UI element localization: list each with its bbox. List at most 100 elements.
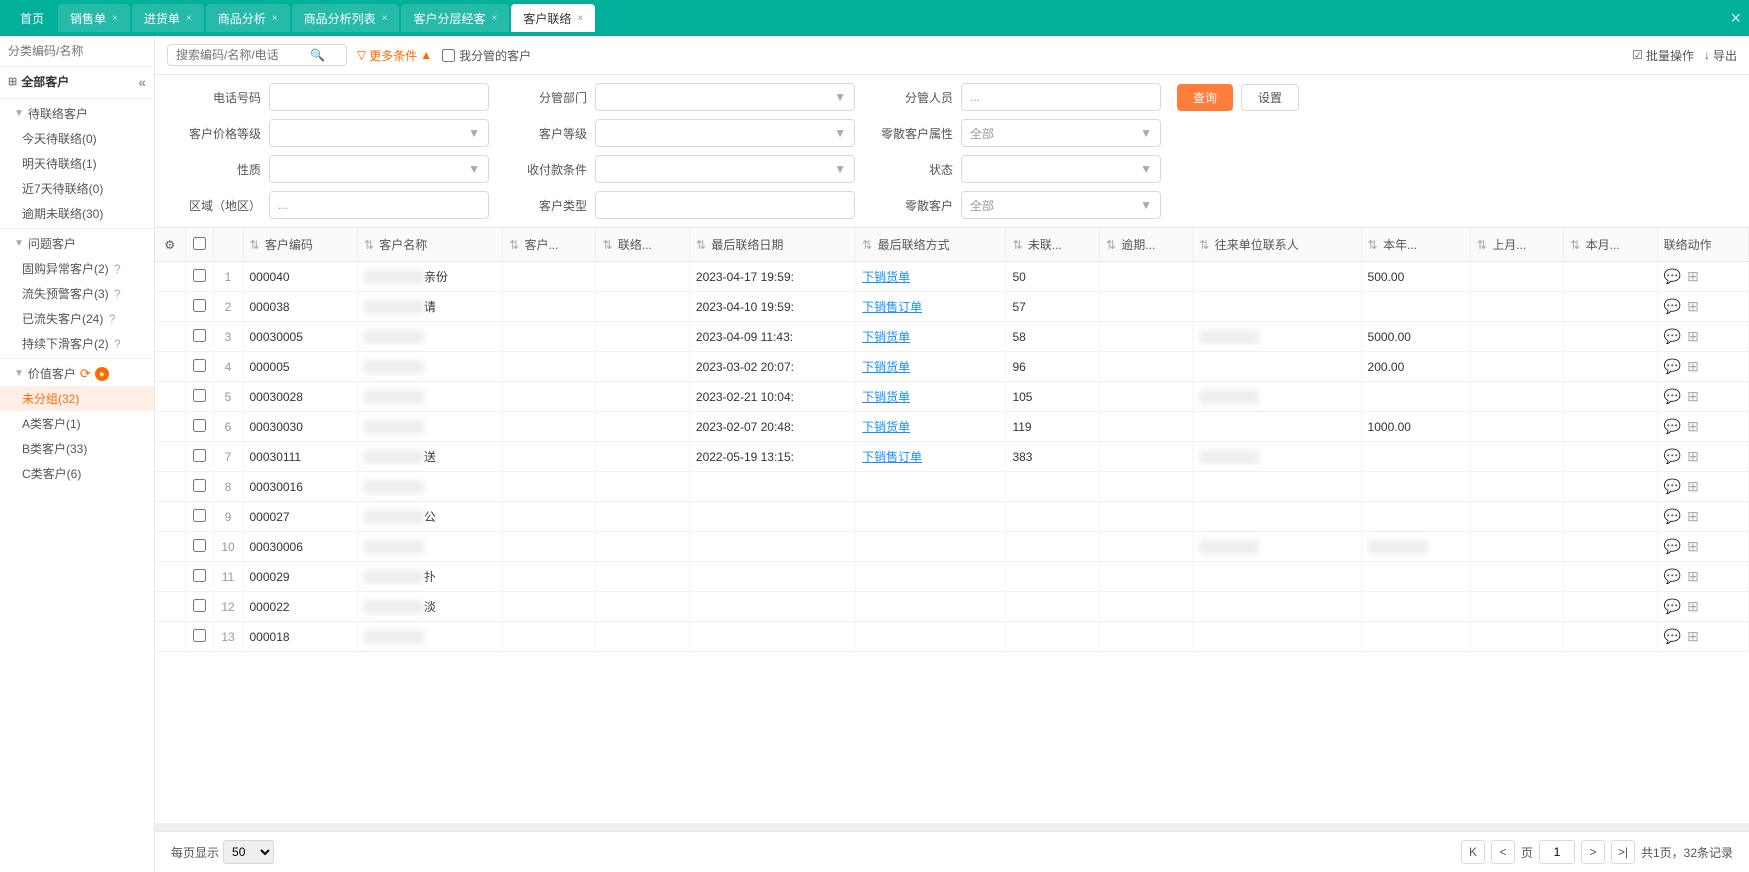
reset-btn[interactable]: 设置 — [1241, 84, 1299, 111]
method-link[interactable]: 下销货单 — [862, 270, 910, 284]
method-link[interactable]: 下销货单 — [862, 360, 910, 374]
grid-icon[interactable]: ⊞ — [1687, 568, 1699, 585]
grid-icon[interactable]: ⊞ — [1687, 448, 1699, 465]
refresh-icon[interactable]: ⟳ — [80, 366, 91, 382]
chat-icon[interactable]: 💬 — [1664, 298, 1681, 315]
row-checkbox[interactable] — [193, 509, 206, 522]
method-link[interactable]: 下销货单 — [862, 420, 910, 434]
sidebar-all-customers[interactable]: ⊞ 全部客户 « — [0, 67, 154, 96]
sidebar-search-input[interactable] — [8, 44, 155, 58]
sidebar-item-lost[interactable]: 已流失客户(24) ? — [0, 306, 154, 331]
chat-icon[interactable]: 💬 — [1664, 388, 1681, 405]
close-sales-icon[interactable]: × — [112, 13, 118, 24]
tab-customer-contact[interactable]: 客户联络 × — [511, 4, 595, 32]
sidebar-item-overdue[interactable]: 逾期未联络(30) — [0, 201, 154, 226]
sidebar-item-class-c[interactable]: C类客户(6) — [0, 461, 154, 486]
row-checkbox[interactable] — [193, 539, 206, 552]
grid-icon[interactable]: ⊞ — [1687, 358, 1699, 375]
select-scatter[interactable]: 全部 ▼ — [961, 191, 1161, 219]
col-contact[interactable]: ⇅ 联络... — [596, 228, 689, 262]
first-page-btn[interactable]: K — [1461, 840, 1485, 864]
select-dept[interactable]: ▼ — [595, 83, 855, 111]
method-link[interactable]: 下销货单 — [862, 390, 910, 404]
tab-analysis[interactable]: 商品分析 × — [206, 4, 290, 32]
close-analysis-icon[interactable]: × — [272, 13, 278, 24]
more-conditions-btn[interactable]: ▽ 更多条件 ▲ — [357, 47, 432, 64]
current-page-input[interactable] — [1539, 840, 1575, 864]
grid-icon[interactable]: ⊞ — [1687, 478, 1699, 495]
row-checkbox[interactable] — [193, 329, 206, 342]
page-size-select[interactable]: 50 100 200 — [223, 840, 274, 864]
col-last-month[interactable]: ⇅ 上月... — [1470, 228, 1563, 262]
method-link[interactable]: 下销售订单 — [862, 300, 922, 314]
col-settings[interactable]: ⚙ — [155, 228, 185, 262]
row-checkbox[interactable] — [193, 419, 206, 432]
sidebar-item-ungroup[interactable]: 未分组(32) — [0, 386, 154, 411]
h-scrollbar[interactable] — [155, 823, 1749, 831]
select-person[interactable]: ... — [961, 83, 1161, 111]
col-type[interactable]: ⇅ 客户... — [503, 228, 596, 262]
sidebar-group-value[interactable]: ▼ 价值客户 ⟳ ● — [0, 361, 154, 386]
sidebar-item-abnormal[interactable]: 固购异常客户(2) ? — [0, 256, 154, 281]
row-checkbox[interactable] — [193, 599, 206, 612]
tab-customer-layer[interactable]: 客户分层经客 × — [401, 4, 509, 32]
input-phone[interactable] — [269, 83, 489, 111]
select-region[interactable]: ... — [269, 191, 489, 219]
grid-icon[interactable]: ⊞ — [1687, 268, 1699, 285]
close-analysis-list-icon[interactable]: × — [382, 13, 388, 24]
grid-icon[interactable]: ⊞ — [1687, 328, 1699, 345]
select-all-checkbox[interactable] — [193, 237, 206, 250]
next-page-btn[interactable]: > — [1581, 840, 1605, 864]
method-link[interactable]: 下销货单 — [862, 330, 910, 344]
search-btn[interactable]: 查询 — [1177, 84, 1233, 111]
chat-icon[interactable]: 💬 — [1664, 448, 1681, 465]
sidebar-collapse-icon[interactable]: « — [138, 74, 146, 90]
close-purchase-icon[interactable]: × — [186, 13, 192, 24]
chat-icon[interactable]: 💬 — [1664, 508, 1681, 525]
col-this-month[interactable]: ⇅ 本月... — [1564, 228, 1657, 262]
row-checkbox[interactable] — [193, 359, 206, 372]
row-checkbox[interactable] — [193, 569, 206, 582]
chat-icon[interactable]: 💬 — [1664, 478, 1681, 495]
close-customer-layer-icon[interactable]: × — [491, 13, 497, 24]
col-overdue[interactable]: ⇅ 逾期... — [1099, 228, 1192, 262]
col-unit-contact[interactable]: ⇅ 往来单位联系人 — [1193, 228, 1361, 262]
row-checkbox[interactable] — [193, 389, 206, 402]
chat-icon[interactable]: 💬 — [1664, 628, 1681, 645]
select-scatter-attr[interactable]: 全部 ▼ — [961, 119, 1161, 147]
select-nature[interactable]: ▼ — [269, 155, 489, 183]
tab-home[interactable]: 首页 — [8, 4, 56, 32]
select-payment[interactable]: ▼ — [595, 155, 855, 183]
tab-purchase[interactable]: 进货单 × — [132, 4, 204, 32]
grid-icon[interactable]: ⊞ — [1687, 508, 1699, 525]
settings-gear-icon[interactable]: ⚙ — [164, 238, 175, 252]
row-checkbox[interactable] — [193, 449, 206, 462]
my-customers-checkbox[interactable] — [442, 49, 455, 62]
select-price-level[interactable]: ▼ — [269, 119, 489, 147]
row-checkbox[interactable] — [193, 269, 206, 282]
grid-icon[interactable]: ⊞ — [1687, 388, 1699, 405]
row-checkbox[interactable] — [193, 629, 206, 642]
row-checkbox[interactable] — [193, 479, 206, 492]
prev-page-btn[interactable]: < — [1491, 840, 1515, 864]
chat-icon[interactable]: 💬 — [1664, 268, 1681, 285]
search-icon[interactable]: 🔍 — [310, 48, 325, 62]
tab-analysis-list[interactable]: 商品分析列表 × — [292, 4, 400, 32]
grid-icon[interactable]: ⊞ — [1687, 628, 1699, 645]
col-name[interactable]: ⇅ 客户名称 — [357, 228, 502, 262]
chat-icon[interactable]: 💬 — [1664, 418, 1681, 435]
sidebar-item-7days[interactable]: 近7天待联络(0) — [0, 176, 154, 201]
sidebar-item-declining[interactable]: 持续下滑客户(2) ? — [0, 331, 154, 356]
col-no-contact[interactable]: ⇅ 未联... — [1006, 228, 1099, 262]
sidebar-group-problem[interactable]: ▼ 问题客户 — [0, 231, 154, 256]
chat-icon[interactable]: 💬 — [1664, 568, 1681, 585]
grid-icon[interactable]: ⊞ — [1687, 598, 1699, 615]
tab-sales[interactable]: 销售单 × — [58, 4, 130, 32]
sidebar-item-tomorrow[interactable]: 明天待联络(1) — [0, 151, 154, 176]
method-link[interactable]: 下销售订单 — [862, 450, 922, 464]
sidebar-item-today[interactable]: 今天待联络(0) — [0, 126, 154, 151]
select-status[interactable]: ▼ — [961, 155, 1161, 183]
export-btn[interactable]: ↓ 导出 — [1704, 47, 1737, 64]
sidebar-item-class-b[interactable]: B类客户(33) — [0, 436, 154, 461]
grid-icon[interactable]: ⊞ — [1687, 538, 1699, 555]
